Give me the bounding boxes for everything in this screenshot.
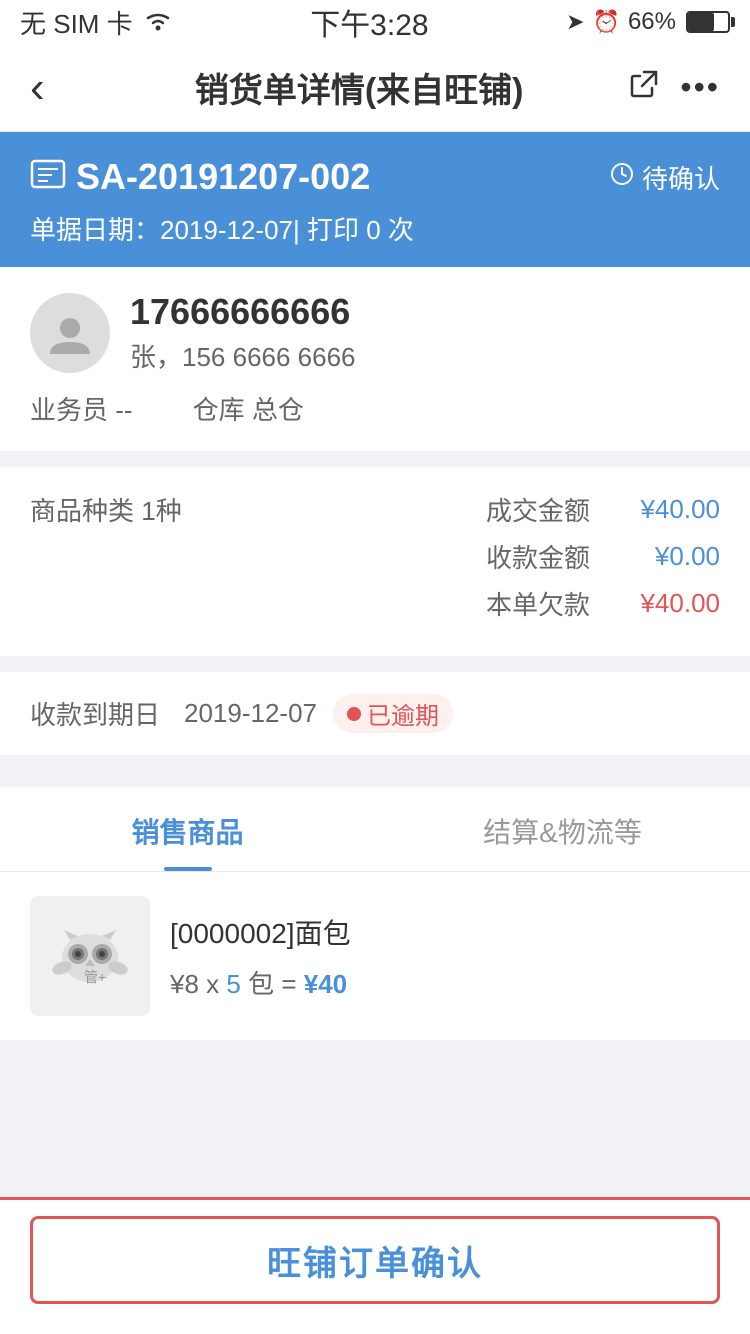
more-icon[interactable]: •••	[680, 69, 720, 106]
product-info: [0000002]面包 ¥8 x 5 包 = ¥40	[170, 912, 720, 1001]
product-list: 管+ [0000002]面包 ¥8 x 5 包 = ¥40	[0, 872, 750, 1041]
status-right: ➤ ⏰ 66%	[566, 8, 730, 36]
confirm-button-container: 旺铺订单确认	[0, 1197, 750, 1334]
due-section: 收款到期日 2019-12-07 已逾期	[0, 672, 750, 755]
warehouse-field: 仓库 总仓	[193, 390, 304, 427]
nav-bar: ‹ 销货单详情(来自旺铺) •••	[0, 44, 750, 132]
page-title: 销货单详情(来自旺铺)	[195, 63, 524, 112]
battery-icon	[686, 11, 730, 33]
paid-amount: ¥0.00	[610, 541, 720, 572]
wifi-icon	[143, 7, 173, 38]
status-left: 无 SIM 卡	[20, 4, 173, 41]
customer-meta: 业务员 -- 仓库 总仓	[30, 390, 720, 427]
product-item: 管+ [0000002]面包 ¥8 x 5 包 = ¥40	[0, 872, 750, 1041]
overdue-dot-icon	[347, 707, 361, 721]
product-thumbnail: 管+	[30, 896, 150, 1016]
order-id: SA-20191207-002	[30, 156, 370, 198]
overdue-badge: 已逾期	[333, 694, 453, 733]
location-icon: ➤	[566, 9, 584, 35]
nav-actions: •••	[628, 68, 720, 108]
battery-percent: 66%	[628, 8, 676, 36]
status-bar: 无 SIM 卡 下午3:28 ➤ ⏰ 66%	[0, 0, 750, 44]
product-count: 商品种类 1种	[30, 491, 182, 528]
order-status: 待确认	[610, 159, 720, 196]
divider	[0, 771, 750, 787]
deal-amount: ¥40.00	[610, 494, 720, 525]
back-button[interactable]: ‹	[30, 63, 90, 113]
owed-amount: ¥40.00	[610, 588, 720, 619]
amount-row-deal: 成交金额 ¥40.00	[486, 491, 720, 528]
status-time: 下午3:28	[310, 0, 428, 44]
amount-list: 成交金额 ¥40.00 收款金额 ¥0.00 本单欠款 ¥40.00	[486, 491, 720, 632]
amounts-section: 商品种类 1种 成交金额 ¥40.00 收款金额 ¥0.00 本单欠款 ¥40.…	[0, 467, 750, 656]
svg-text:管+: 管+	[84, 969, 106, 985]
product-price-row: ¥8 x 5 包 = ¥40	[170, 964, 720, 1001]
customer-name: 张，156 6666 6666	[130, 337, 356, 374]
customer-section: 17666666666 张，156 6666 6666 业务员 -- 仓库 总仓	[0, 267, 750, 451]
avatar	[30, 293, 110, 373]
alarm-icon: ⏰	[593, 9, 620, 35]
amount-row-paid: 收款金额 ¥0.00	[486, 538, 720, 575]
order-icon	[30, 156, 66, 198]
clock-icon	[610, 162, 634, 193]
tab-settlement[interactable]: 结算&物流等	[375, 787, 750, 871]
tabs: 销售商品 结算&物流等	[0, 787, 750, 872]
amount-row-owed: 本单欠款 ¥40.00	[486, 585, 720, 622]
order-date: 单据日期：2019-12-07| 打印 0 次	[30, 210, 720, 247]
salesperson-field: 业务员 --	[30, 390, 133, 427]
order-header: SA-20191207-002 待确认 单据日期：2019-12-07| 打印 …	[0, 132, 750, 267]
tab-sales-products[interactable]: 销售商品	[0, 787, 375, 871]
share-icon[interactable]	[628, 68, 660, 108]
confirm-order-button[interactable]: 旺铺订单确认	[30, 1216, 720, 1304]
customer-phone: 17666666666	[130, 291, 356, 333]
carrier-text: 无 SIM 卡	[20, 4, 133, 41]
product-name: [0000002]面包	[170, 912, 720, 952]
